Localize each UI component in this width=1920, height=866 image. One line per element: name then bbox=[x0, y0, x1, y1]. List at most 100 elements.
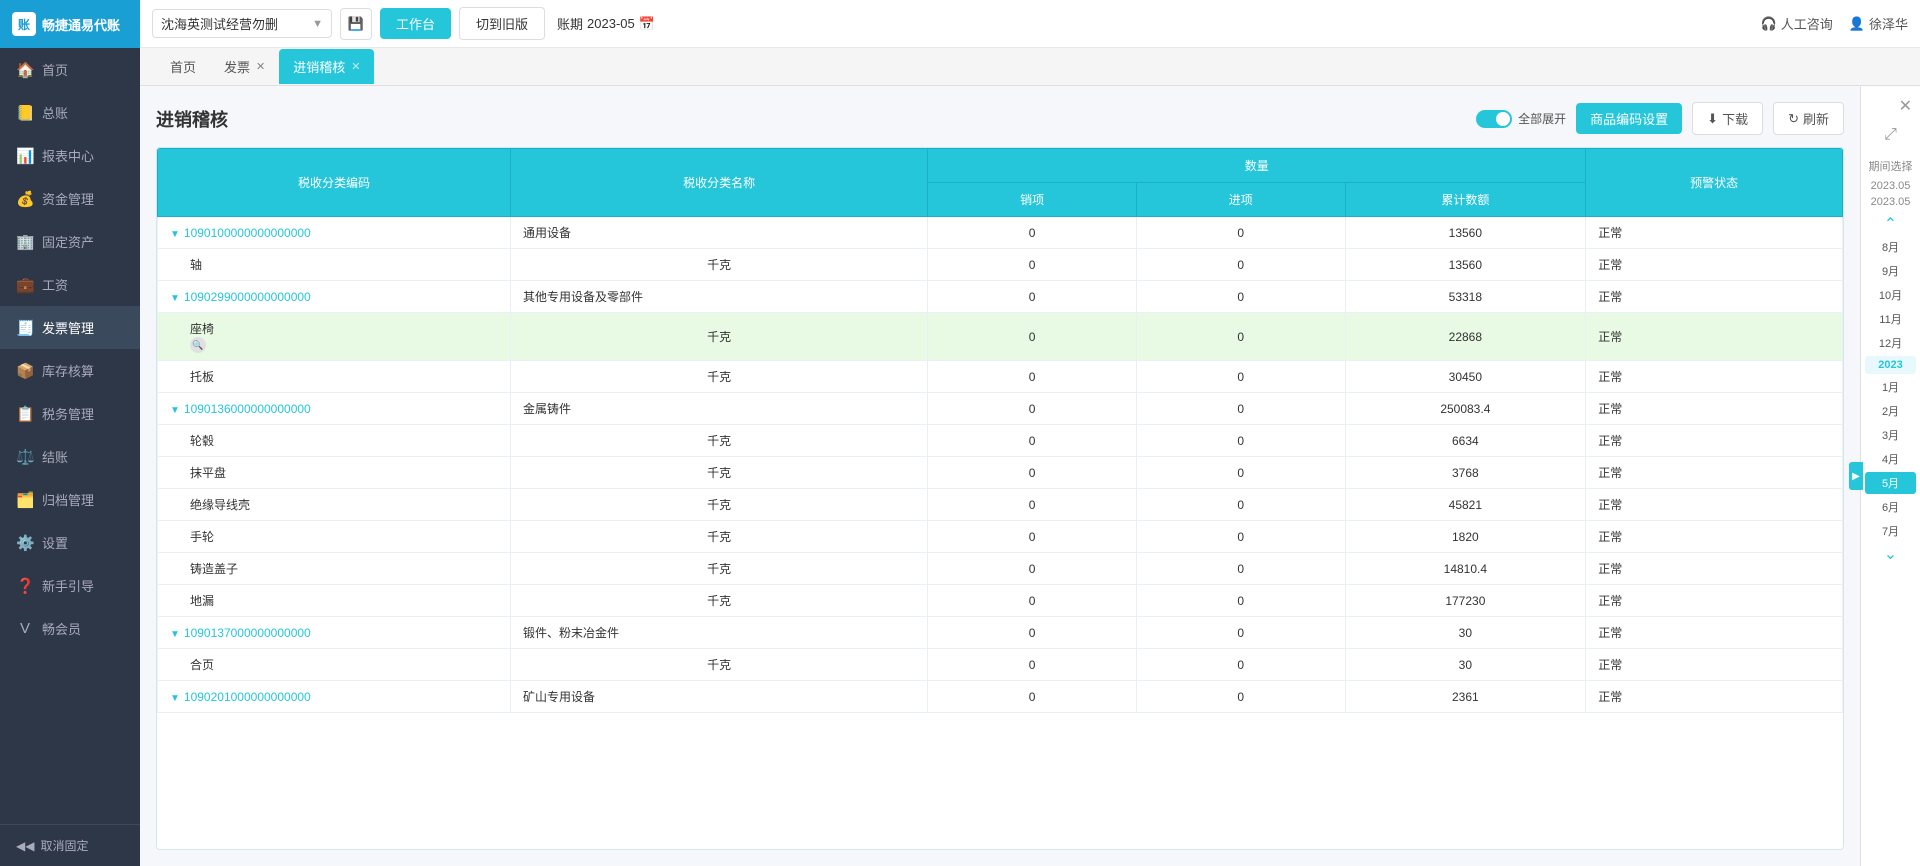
right-panel: ▶ ✕ ⤢ 期间选择 2023.05 2023.05 ⌃ 8月9月10月11月1… bbox=[1860, 86, 1920, 866]
row-sub-unit: 千克 bbox=[511, 585, 928, 617]
tab-home[interactable]: 首页 bbox=[156, 49, 210, 84]
month-item[interactable]: 10月 bbox=[1865, 284, 1916, 306]
row-tax-code: ▼1090201000000000000 bbox=[158, 681, 511, 713]
panel-toggle-button[interactable]: ▶ bbox=[1849, 462, 1863, 490]
row-sub-unit: 千克 bbox=[511, 425, 928, 457]
row-sales: 0 bbox=[928, 217, 1137, 249]
table-row: 托板 千克 0 0 30450 正常 bbox=[158, 361, 1843, 393]
tree-triangle-icon[interactable]: ▼ bbox=[170, 405, 180, 416]
row-tax-name: 锻件、粉末冶金件 bbox=[511, 617, 928, 649]
month-item[interactable]: 6月 bbox=[1865, 496, 1916, 518]
row-search-icon[interactable]: 🔍 bbox=[190, 337, 206, 353]
month-item[interactable]: 8月 bbox=[1865, 236, 1916, 258]
month-item[interactable]: 7月 bbox=[1865, 520, 1916, 542]
row-sub-purchase: 0 bbox=[1136, 649, 1345, 681]
sidebar-item-invoice[interactable]: 🧾 发票管理 bbox=[0, 306, 140, 349]
sidebar-footer-unpin[interactable]: ◀◀ 取消固定 bbox=[0, 824, 140, 866]
sidebar-item-home[interactable]: 🏠 首页 bbox=[0, 48, 140, 91]
company-selector[interactable]: 沈海英测试经营勿删 ▼ bbox=[152, 9, 332, 38]
panel-close-button[interactable]: ✕ bbox=[1895, 94, 1916, 118]
tab-home-label: 首页 bbox=[170, 57, 196, 76]
tab-invoice[interactable]: 发票 ✕ bbox=[210, 49, 279, 84]
sidebar-item-reports[interactable]: 📊 报表中心 bbox=[0, 134, 140, 177]
month-item[interactable]: 2月 bbox=[1865, 400, 1916, 422]
scroll-down-button[interactable]: ⌄ bbox=[1882, 542, 1899, 566]
panel-expand-button[interactable]: ⤢ bbox=[1880, 124, 1901, 146]
calendar-icon[interactable]: 📅 bbox=[639, 16, 655, 32]
sidebar-item-tax[interactable]: 📋 税务管理 bbox=[0, 392, 140, 435]
row-sub-cumulative: 14810.4 bbox=[1345, 553, 1586, 585]
row-sub-sales: 0 bbox=[928, 313, 1137, 361]
sidebar-item-guide[interactable]: ❓ 新手引导 bbox=[0, 564, 140, 607]
switch-version-button[interactable]: 切到旧版 bbox=[459, 7, 545, 40]
month-item[interactable]: 12月 bbox=[1865, 332, 1916, 354]
sidebar: 账 畅捷通易代账 🏠 首页 📒 总账 📊 报表中心 💰 资金管理 🏢 固定资产 … bbox=[0, 0, 140, 866]
month-item[interactable]: 1月 bbox=[1865, 376, 1916, 398]
tab-reconcile-close-icon[interactable]: ✕ bbox=[351, 60, 360, 73]
tree-triangle-icon[interactable]: ▼ bbox=[170, 229, 180, 240]
scroll-up-button[interactable]: ⌃ bbox=[1882, 212, 1899, 236]
month-item[interactable]: 9月 bbox=[1865, 260, 1916, 282]
product-code-settings-button[interactable]: 商品编码设置 bbox=[1576, 103, 1682, 134]
download-button[interactable]: ⬇ 下载 bbox=[1692, 102, 1763, 135]
sidebar-item-label: 结账 bbox=[42, 447, 68, 466]
sidebar-item-assets[interactable]: 🏢 固定资产 bbox=[0, 220, 140, 263]
row-sub-cumulative: 45821 bbox=[1345, 489, 1586, 521]
month-item[interactable]: 2023 bbox=[1865, 356, 1916, 374]
month-item[interactable]: 3月 bbox=[1865, 424, 1916, 446]
month-item[interactable]: 5月 bbox=[1865, 472, 1916, 494]
tab-invoice-close-icon[interactable]: ✕ bbox=[256, 60, 265, 73]
row-sub-cumulative: 30 bbox=[1345, 649, 1586, 681]
toggle-track[interactable] bbox=[1476, 110, 1512, 128]
row-sub-cumulative: 30450 bbox=[1345, 361, 1586, 393]
settlement-icon: ⚖️ bbox=[16, 448, 34, 466]
sidebar-item-salary[interactable]: 💼 工资 bbox=[0, 263, 140, 306]
row-sub-sales: 0 bbox=[928, 489, 1137, 521]
row-sub-warning: 正常 bbox=[1586, 649, 1843, 681]
unpin-label: 取消固定 bbox=[40, 837, 88, 854]
tab-reconcile[interactable]: 进销稽核 ✕ bbox=[279, 49, 374, 84]
row-sub-unit: 千克 bbox=[511, 489, 928, 521]
row-sub-warning: 正常 bbox=[1586, 361, 1843, 393]
row-sub-cumulative: 177230 bbox=[1345, 585, 1586, 617]
tree-triangle-icon[interactable]: ▼ bbox=[170, 293, 180, 304]
expand-toggle[interactable]: 全部展开 bbox=[1476, 110, 1566, 128]
row-warning: 正常 bbox=[1586, 617, 1843, 649]
sidebar-item-inventory[interactable]: 📦 库存核算 bbox=[0, 349, 140, 392]
year-label-2023-2: 2023.05 bbox=[1871, 196, 1911, 208]
refresh-button[interactable]: ↻ 刷新 bbox=[1773, 102, 1844, 135]
row-tax-code: ▼1090299000000000000 bbox=[158, 281, 511, 313]
sidebar-item-ledger[interactable]: 📒 总账 bbox=[0, 91, 140, 134]
archive-icon: 🗂️ bbox=[16, 491, 34, 509]
row-sub-sales: 0 bbox=[928, 553, 1137, 585]
company-name: 沈海英测试经营勿删 bbox=[161, 14, 278, 33]
sidebar-item-settlement[interactable]: ⚖️ 结账 bbox=[0, 435, 140, 478]
support-button[interactable]: 🎧 人工咨询 bbox=[1761, 14, 1833, 33]
refresh-label: 刷新 bbox=[1803, 109, 1829, 128]
sidebar-item-label: 报表中心 bbox=[42, 146, 94, 165]
row-sub-cumulative: 13560 bbox=[1345, 249, 1586, 281]
row-tax-name: 金属铸件 bbox=[511, 393, 928, 425]
month-item[interactable]: 4月 bbox=[1865, 448, 1916, 470]
month-item[interactable]: 11月 bbox=[1865, 308, 1916, 330]
row-sub-unit: 千克 bbox=[511, 313, 928, 361]
data-table-container: 税收分类编码 税收分类名称 数量 预警状态 销项 进项 累计数额 bbox=[156, 147, 1844, 850]
sidebar-item-archive[interactable]: 🗂️ 归档管理 bbox=[0, 478, 140, 521]
table-row: ▼1090201000000000000 矿山专用设备 0 0 2361 正常 bbox=[158, 681, 1843, 713]
row-warning: 正常 bbox=[1586, 217, 1843, 249]
topbar: 沈海英测试经营勿删 ▼ 💾 工作台 切到旧版 账期 2023-05 📅 🎧 人工… bbox=[140, 0, 1920, 48]
row-sub-name: 地漏 bbox=[158, 585, 511, 617]
save-button[interactable]: 💾 bbox=[340, 8, 372, 40]
tree-triangle-icon[interactable]: ▼ bbox=[170, 629, 180, 640]
settings-icon: ⚙️ bbox=[16, 534, 34, 552]
workspace-button[interactable]: 工作台 bbox=[380, 8, 451, 39]
reports-icon: 📊 bbox=[16, 147, 34, 165]
tree-triangle-icon[interactable]: ▼ bbox=[170, 693, 180, 704]
table-row: ▼1090137000000000000 锻件、粉末冶金件 0 0 30 正常 bbox=[158, 617, 1843, 649]
toggle-label: 全部展开 bbox=[1518, 110, 1566, 127]
sidebar-item-vip[interactable]: V 畅会员 bbox=[0, 607, 140, 650]
user-menu[interactable]: 👤 徐泽华 bbox=[1849, 14, 1908, 33]
sidebar-item-settings[interactable]: ⚙️ 设置 bbox=[0, 521, 140, 564]
row-sub-unit: 千克 bbox=[511, 457, 928, 489]
sidebar-item-funds[interactable]: 💰 资金管理 bbox=[0, 177, 140, 220]
